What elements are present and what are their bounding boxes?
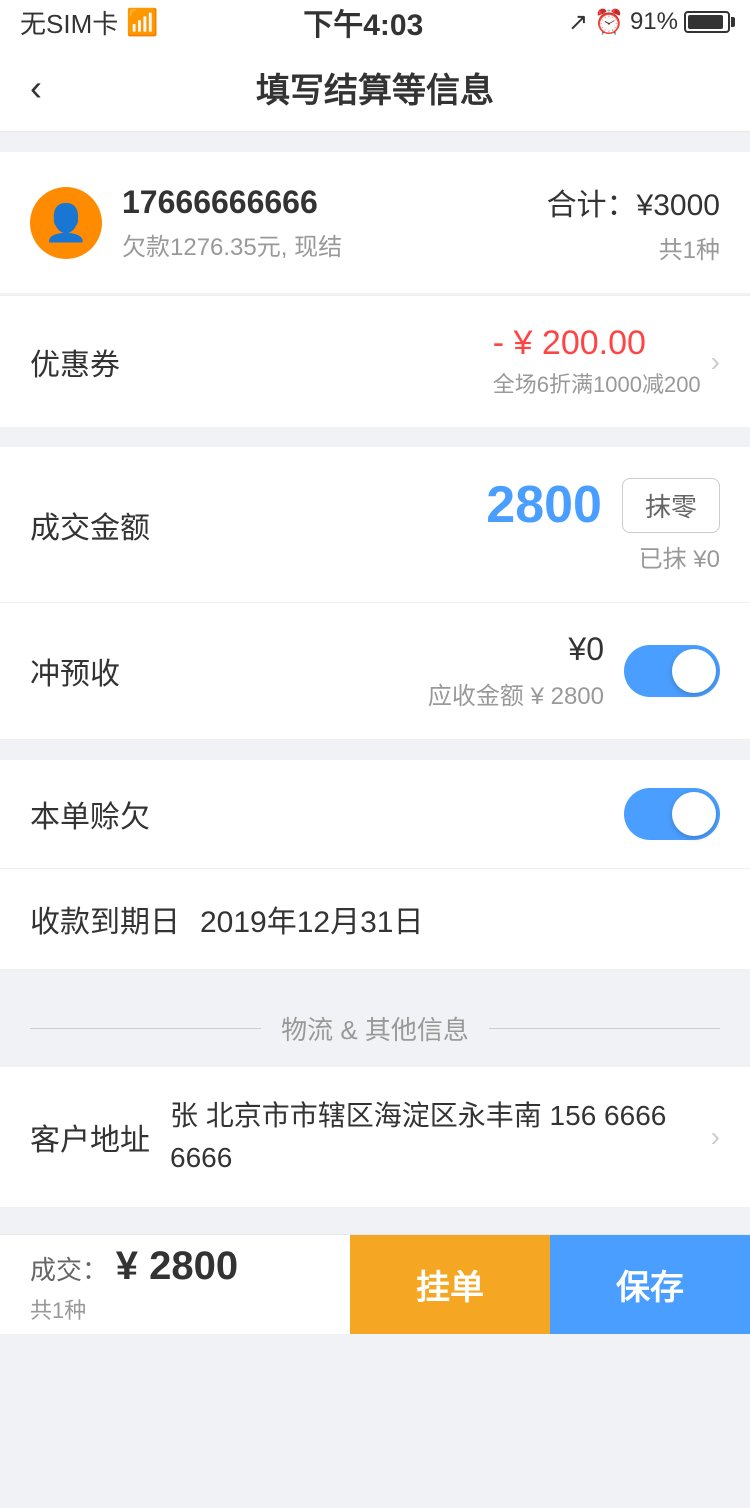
bottom-info: 成交： ¥ 2800 共1种 bbox=[0, 1244, 350, 1325]
due-date-label: 收款到期日 bbox=[30, 897, 180, 941]
address-value: 张 北京市市辖区海淀区永丰南 156 6666 6666 bbox=[170, 1095, 691, 1179]
status-left: 无SIM卡 📶 bbox=[20, 4, 159, 41]
location-icon: ↗ bbox=[568, 8, 588, 37]
back-button[interactable]: ‹ bbox=[30, 67, 42, 109]
prepay-toggle-knob bbox=[672, 649, 716, 693]
deal-amount-label: 成交金额 bbox=[30, 503, 150, 547]
due-date-value: 2019年12月31日 bbox=[200, 897, 423, 941]
form-section: 成交金额 2800 抹零 已抹 ¥0 冲预收 ¥0 应收金额 ¥ 2800 bbox=[0, 447, 750, 740]
bottom-count: 共1种 bbox=[30, 1293, 320, 1325]
order-total: 合计：¥3000 bbox=[547, 180, 720, 224]
coupon-desc: 全场6折满1000减200 bbox=[493, 367, 701, 399]
credit-label: 本单赊欠 bbox=[30, 792, 150, 836]
user-card: 👤 17666666666 欠款1276.35元, 现结 合计：¥3000 共1… bbox=[0, 152, 750, 293]
address-chevron-icon: › bbox=[711, 1121, 720, 1153]
order-summary: 合计：¥3000 共1种 bbox=[547, 180, 720, 265]
section-divider-1 bbox=[0, 427, 750, 447]
credit-toggle[interactable] bbox=[624, 788, 720, 840]
address-label: 客户地址 bbox=[30, 1115, 150, 1159]
divider-line-right bbox=[489, 1028, 720, 1029]
credit-row: 本单赊欠 bbox=[0, 760, 750, 869]
coupon-chevron-icon: › bbox=[711, 346, 720, 378]
wifi-icon: 📶 bbox=[126, 7, 158, 38]
page-title: 填写结算等信息 bbox=[256, 63, 494, 112]
prepay-label: 冲预收 bbox=[30, 649, 120, 693]
bottom-amount: ¥ 2800 bbox=[116, 1244, 238, 1288]
prepay-row: 冲预收 ¥0 应收金额 ¥ 2800 bbox=[0, 603, 750, 740]
carrier-label: 无SIM卡 bbox=[20, 4, 118, 41]
logistics-label: 物流 & 其他信息 bbox=[281, 1010, 469, 1047]
coupon-row[interactable]: 优惠券 - ¥ 200.00 全场6折满1000减200 › bbox=[0, 295, 750, 427]
prepay-right: ¥0 应收金额 ¥ 2800 bbox=[428, 631, 604, 711]
status-bar: 无SIM卡 📶 下午4:03 ↗ ⏰ 91% bbox=[0, 0, 750, 44]
user-debt: 欠款1276.35元, 现结 bbox=[122, 227, 342, 262]
address-row[interactable]: 客户地址 张 北京市市辖区海淀区永丰南 156 6666 6666 › bbox=[0, 1067, 750, 1208]
order-count: 共1种 bbox=[547, 230, 720, 265]
battery-label: 91% bbox=[630, 8, 678, 36]
divider-line-left bbox=[30, 1028, 261, 1029]
section-divider-2 bbox=[0, 740, 750, 760]
coupon-label: 优惠券 bbox=[30, 340, 120, 384]
receivable-label: 应收金额 ¥ 2800 bbox=[428, 676, 604, 711]
battery-icon bbox=[684, 11, 730, 33]
coupon-discount: - ¥ 200.00 bbox=[493, 324, 701, 363]
bottom-deal-row: 成交： ¥ 2800 bbox=[30, 1244, 320, 1289]
due-date-row: 收款到期日 2019年12月31日 bbox=[0, 869, 750, 970]
bottom-deal-label: 成交： bbox=[30, 1255, 108, 1285]
deal-amount-row: 成交金额 2800 抹零 已抹 ¥0 bbox=[0, 447, 750, 603]
logistics-divider: 物流 & 其他信息 bbox=[0, 990, 750, 1067]
user-info: 👤 17666666666 欠款1276.35元, 现结 bbox=[30, 184, 342, 262]
deal-amount-value: 2800 bbox=[486, 475, 602, 535]
nav-bar: ‹ 填写结算等信息 bbox=[0, 44, 750, 132]
prepay-amount: ¥0 bbox=[568, 631, 604, 668]
hang-button[interactable]: 挂单 bbox=[350, 1235, 550, 1334]
time-label: 下午4:03 bbox=[303, 0, 423, 44]
bottom-bar: 成交： ¥ 2800 共1种 挂单 保存 bbox=[0, 1234, 750, 1334]
alarm-icon: ⏰ bbox=[594, 8, 624, 37]
credit-toggle-knob bbox=[672, 792, 716, 836]
save-button[interactable]: 保存 bbox=[550, 1235, 750, 1334]
deal-amount-value-area: 2800 抹零 bbox=[486, 475, 720, 535]
status-right: ↗ ⏰ 91% bbox=[568, 8, 730, 37]
section-divider-3 bbox=[0, 970, 750, 990]
round-button[interactable]: 抹零 bbox=[622, 478, 720, 533]
prepay-toggle[interactable] bbox=[624, 645, 720, 697]
already-rounded-label: 已抹 ¥0 bbox=[639, 539, 720, 574]
user-details: 17666666666 欠款1276.35元, 现结 bbox=[122, 184, 342, 262]
user-phone: 17666666666 bbox=[122, 184, 342, 221]
coupon-right: - ¥ 200.00 全场6折满1000减200 › bbox=[493, 324, 720, 399]
avatar: 👤 bbox=[30, 187, 102, 259]
